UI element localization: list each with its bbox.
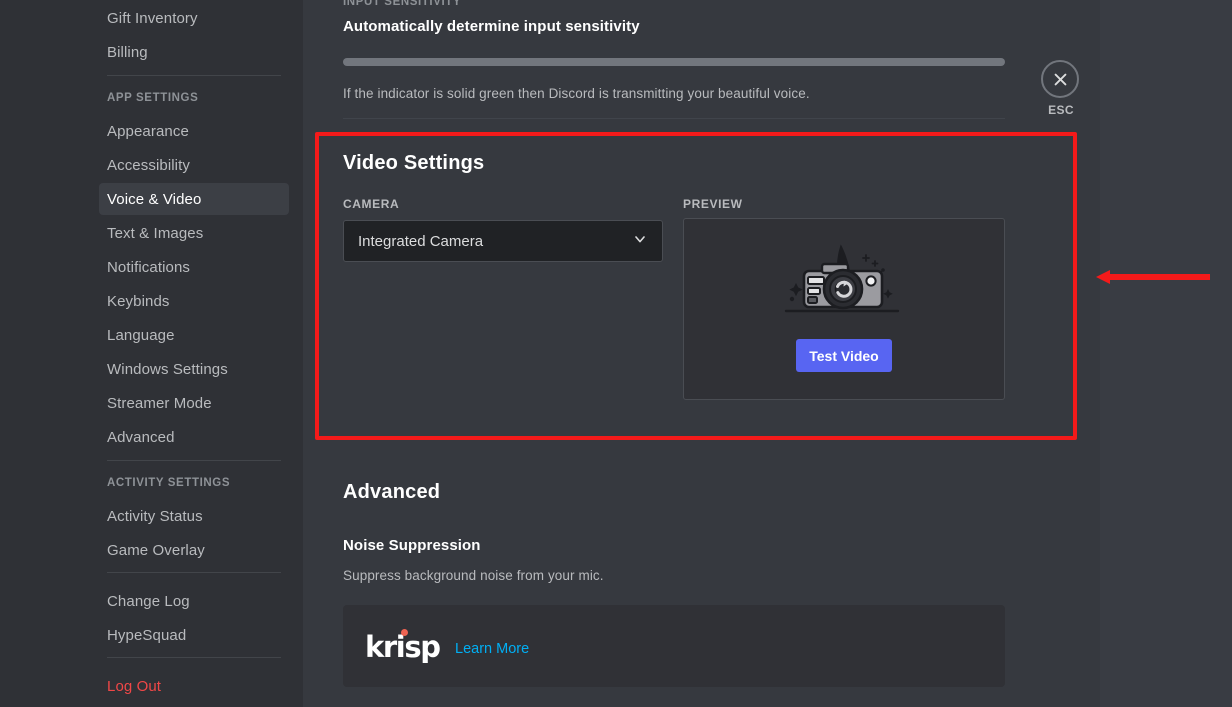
sidebar-item-accessibility[interactable]: Accessibility bbox=[99, 149, 289, 181]
krisp-panel: krisp Learn More bbox=[343, 605, 1005, 687]
sidebar-divider bbox=[107, 657, 281, 658]
sidebar-item-appearance[interactable]: Appearance bbox=[99, 115, 289, 147]
divider-above-video bbox=[343, 118, 1005, 119]
chevron-down-icon bbox=[632, 231, 648, 251]
test-video-button[interactable]: Test Video bbox=[796, 339, 892, 372]
input-sensitivity-label: INPUT SENSITIVITY bbox=[343, 0, 462, 8]
sidebar-divider bbox=[107, 572, 281, 573]
input-sensitivity-meter[interactable] bbox=[343, 58, 1005, 66]
camera-field-label: CAMERA bbox=[343, 197, 400, 211]
sidebar-item-language[interactable]: Language bbox=[99, 319, 289, 351]
noise-suppression-title: Noise Suppression bbox=[343, 537, 481, 554]
preview-field-label: PREVIEW bbox=[683, 197, 743, 211]
video-settings-heading: Video Settings bbox=[343, 152, 485, 174]
krisp-learn-more-link[interactable]: Learn More bbox=[455, 641, 529, 657]
sidebar-item-game-overlay[interactable]: Game Overlay bbox=[99, 534, 289, 566]
settings-content: INPUT SENSITIVITY Automatically determin… bbox=[303, 0, 1100, 707]
sidebar-item-notifications[interactable]: Notifications bbox=[99, 251, 289, 283]
sidebar-item-windows-settings[interactable]: Windows Settings bbox=[99, 353, 289, 385]
krisp-logo-dot bbox=[401, 629, 408, 636]
input-sensitivity-description: If the indicator is solid green then Dis… bbox=[343, 86, 810, 101]
sidebar-item-log-out[interactable]: Log Out bbox=[99, 670, 289, 702]
esc-label: ESC bbox=[1048, 103, 1074, 117]
advanced-heading: Advanced bbox=[343, 481, 441, 503]
sidebar-divider bbox=[107, 460, 281, 461]
camera-preview-box: Test Video bbox=[683, 218, 1005, 400]
camera-select-value: Integrated Camera bbox=[358, 232, 484, 250]
sidebar-divider bbox=[107, 75, 281, 76]
sidebar-item-voice-video[interactable]: Voice & Video bbox=[99, 183, 289, 215]
sidebar-header-activity-settings: ACTIVITY SETTINGS bbox=[107, 477, 231, 489]
sidebar-item-advanced[interactable]: Advanced bbox=[99, 421, 289, 453]
settings-sidebar: Gift Inventory Billing Appearance Accessibi… bbox=[0, 0, 303, 707]
sidebar-item-activity-status[interactable]: Activity Status bbox=[99, 500, 289, 532]
sidebar-item-keybinds[interactable]: Keybinds bbox=[99, 285, 289, 317]
sidebar-header-app-settings: APP SETTINGS bbox=[107, 92, 199, 104]
sidebar-item-hypesquad[interactable]: HypeSquad bbox=[99, 619, 289, 651]
sidebar-item-text-images[interactable]: Text & Images bbox=[99, 217, 289, 249]
auto-input-sensitivity-title: Automatically determine input sensitivit… bbox=[343, 18, 640, 35]
sidebar-item-gift-inventory[interactable]: Gift Inventory bbox=[99, 2, 289, 34]
close-icon[interactable] bbox=[1041, 60, 1079, 98]
noise-suppression-description: Suppress background noise from your mic. bbox=[343, 568, 604, 583]
discord-settings-window: Gift Inventory Billing Appearance Accessibi… bbox=[0, 0, 1232, 707]
sidebar-item-streamer-mode[interactable]: Streamer Mode bbox=[99, 387, 289, 419]
camera-select[interactable]: Integrated Camera bbox=[343, 220, 663, 262]
camera-illustration-icon bbox=[782, 241, 906, 332]
right-gutter bbox=[1100, 0, 1232, 707]
sidebar-item-billing[interactable]: Billing bbox=[99, 36, 289, 68]
close-settings-control[interactable]: ESC bbox=[1041, 60, 1081, 117]
sidebar-item-change-log[interactable]: Change Log bbox=[99, 585, 289, 617]
